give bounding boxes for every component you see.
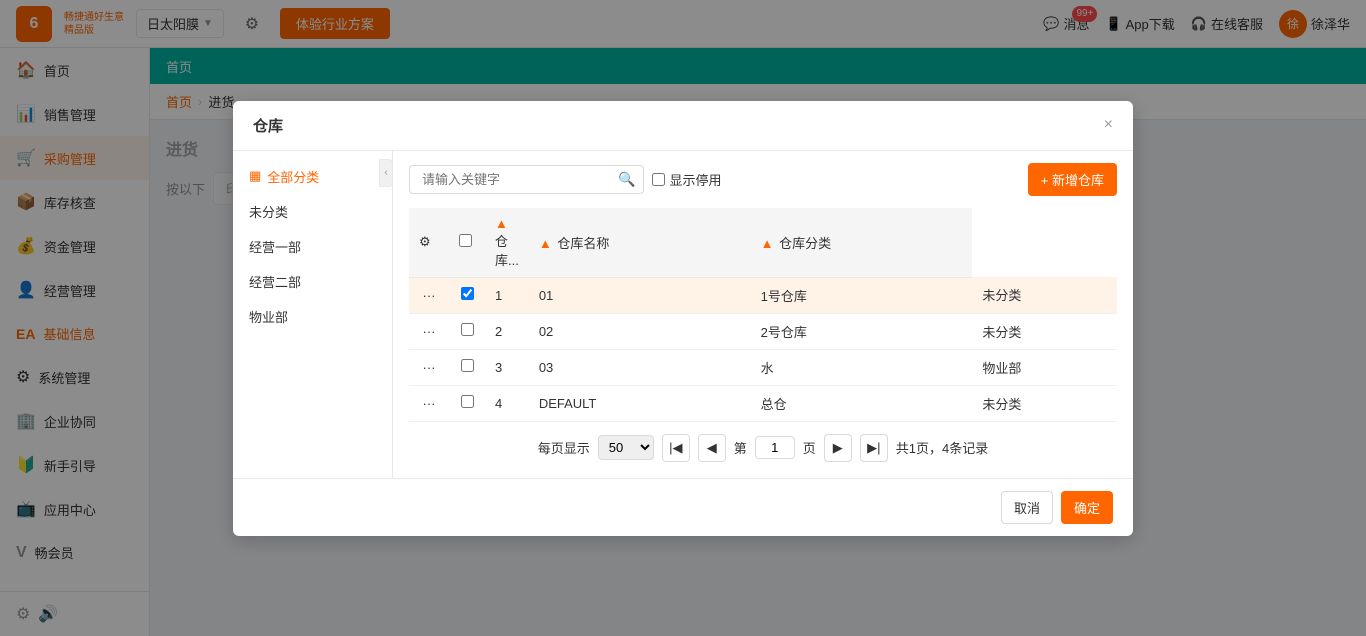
sidebar-collapse-btn[interactable]: ‹ xyxy=(379,159,393,187)
per-page-label: 每页显示 xyxy=(538,438,590,457)
page-suffix: 页 xyxy=(803,438,816,457)
modal-sidebar-item-all[interactable]: ▦ 全部分类 xyxy=(233,159,392,194)
modal-overlay: 仓库 × ▦ 全部分类 未分类 经营一部 经营二部 xyxy=(0,0,1366,636)
cancel-btn[interactable]: 取消 xyxy=(1001,491,1053,524)
row-code-2: 03 xyxy=(529,349,751,385)
row-settings-3[interactable]: ··· xyxy=(409,385,449,421)
confirm-btn[interactable]: 确定 xyxy=(1061,491,1113,524)
modal-title: 仓库 xyxy=(253,115,283,136)
row-category-1: 未分类 xyxy=(972,313,1117,349)
row-checkbox-3[interactable] xyxy=(449,385,485,421)
row-checkbox-2[interactable] xyxy=(449,349,485,385)
row-num-2: 3 xyxy=(485,349,529,385)
modal-header: 仓库 × xyxy=(233,101,1133,151)
row-name-2: 水 xyxy=(751,349,973,385)
row-num-1: 2 xyxy=(485,313,529,349)
table-header-row: ⚙ ▲ 仓库... ▲ 仓库名称 xyxy=(409,208,1117,278)
show-disabled-checkbox[interactable] xyxy=(652,173,665,186)
warehouse-table: ⚙ ▲ 仓库... ▲ 仓库名称 xyxy=(409,208,1117,422)
add-warehouse-btn[interactable]: + 新增仓库 xyxy=(1028,163,1117,196)
search-icon[interactable]: 🔍 xyxy=(618,171,635,188)
modal-body: ▦ 全部分类 未分类 经营一部 经营二部 物业部 ‹ xyxy=(233,151,1133,478)
page-input[interactable] xyxy=(755,436,795,459)
warehouse-table-container: ⚙ ▲ 仓库... ▲ 仓库名称 xyxy=(409,208,1117,422)
sort-icon-code: ▲ xyxy=(495,216,508,231)
col-header-settings[interactable]: ⚙ xyxy=(409,208,449,278)
col-header-category[interactable]: ▲ 仓库分类 xyxy=(751,208,973,278)
sort-icon-cat: ▲ xyxy=(761,236,774,251)
table-row[interactable]: ··· 4 DEFAULT 总仓 未分类 xyxy=(409,385,1117,421)
modal-sidebar-item-property[interactable]: 物业部 xyxy=(233,299,392,334)
modal-sidebar-label-2: 经营一部 xyxy=(249,237,301,256)
row-code-3: DEFAULT xyxy=(529,385,751,421)
modal-footer: 取消 确定 xyxy=(233,478,1133,536)
select-all-checkbox[interactable] xyxy=(459,234,472,247)
search-input[interactable] xyxy=(418,166,618,193)
next-page-btn[interactable]: ▶ xyxy=(824,434,852,462)
page-label: 第 xyxy=(734,438,747,457)
table-row[interactable]: ··· 2 02 2号仓库 未分类 xyxy=(409,313,1117,349)
modal-sidebar-item-dept2[interactable]: 经营二部 xyxy=(233,264,392,299)
row-settings-0[interactable]: ··· xyxy=(409,277,449,313)
modal-sidebar: ▦ 全部分类 未分类 经营一部 经营二部 物业部 ‹ xyxy=(233,151,393,478)
row-category-0: 未分类 xyxy=(972,277,1117,313)
modal-sidebar-label-3: 经营二部 xyxy=(249,272,301,291)
row-category-3: 未分类 xyxy=(972,385,1117,421)
per-page-select[interactable]: 50 100 xyxy=(598,435,654,460)
total-label: 共1页，4条记录 xyxy=(896,438,988,457)
modal-sidebar-label-4: 物业部 xyxy=(249,307,288,326)
row-checkbox-0[interactable] xyxy=(449,277,485,313)
last-page-btn[interactable]: ▶| xyxy=(860,434,888,462)
row-name-3: 总仓 xyxy=(751,385,973,421)
row-name-1: 2号仓库 xyxy=(751,313,973,349)
col-header-code[interactable]: ▲ 仓库... xyxy=(485,208,529,278)
row-settings-2[interactable]: ··· xyxy=(409,349,449,385)
show-disabled-label[interactable]: 显示停用 xyxy=(652,170,721,189)
row-name-0: 1号仓库 xyxy=(751,277,973,313)
modal-sidebar-label-1: 未分类 xyxy=(249,202,288,221)
modal-sidebar-item-uncategorized[interactable]: 未分类 xyxy=(233,194,392,229)
sort-icon-name: ▲ xyxy=(539,236,552,251)
first-page-btn[interactable]: |◀ xyxy=(662,434,690,462)
search-input-wrap: 🔍 xyxy=(409,165,644,194)
row-code-0: 01 xyxy=(529,277,751,313)
modal-close-btn[interactable]: × xyxy=(1104,116,1113,134)
modal-main-area: 🔍 显示停用 + 新增仓库 ⚙ xyxy=(393,151,1133,478)
warehouse-modal: 仓库 × ▦ 全部分类 未分类 经营一部 经营二部 xyxy=(233,101,1133,536)
modal-sidebar-all-label: 全部分类 xyxy=(267,167,319,186)
row-settings-1[interactable]: ··· xyxy=(409,313,449,349)
row-code-1: 02 xyxy=(529,313,751,349)
row-category-2: 物业部 xyxy=(972,349,1117,385)
pagination: 每页显示 50 100 |◀ ◀ 第 页 ▶ ▶| 共1页，4条记录 xyxy=(409,422,1117,466)
search-bar: 🔍 显示停用 + 新增仓库 xyxy=(409,163,1117,196)
row-checkbox-1[interactable] xyxy=(449,313,485,349)
col-header-name[interactable]: ▲ 仓库名称 xyxy=(529,208,751,278)
prev-page-btn[interactable]: ◀ xyxy=(698,434,726,462)
grid-icon: ▦ xyxy=(249,168,261,184)
row-num-0: 1 xyxy=(485,277,529,313)
modal-sidebar-item-dept1[interactable]: 经营一部 xyxy=(233,229,392,264)
table-row[interactable]: ··· 1 01 1号仓库 未分类 xyxy=(409,277,1117,313)
row-num-3: 4 xyxy=(485,385,529,421)
col-header-checkbox xyxy=(449,208,485,278)
table-row[interactable]: ··· 3 03 水 物业部 xyxy=(409,349,1117,385)
